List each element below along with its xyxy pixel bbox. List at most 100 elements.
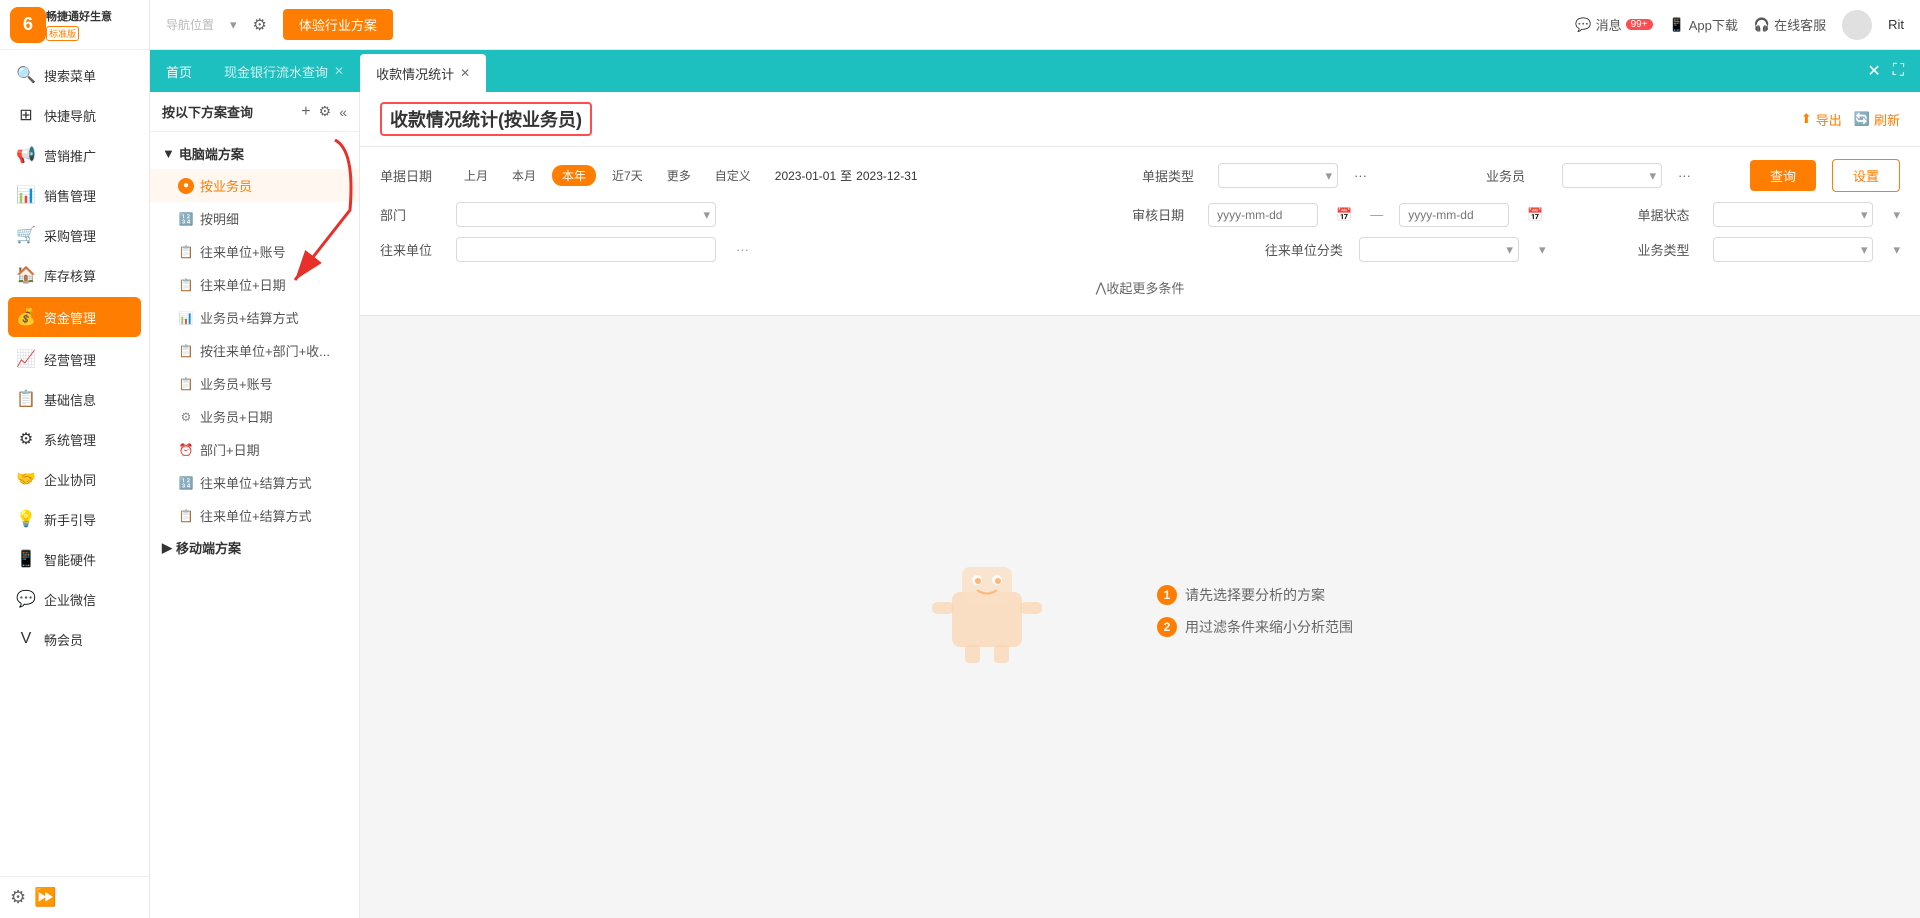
doc-status-select[interactable] (1713, 202, 1873, 227)
tab-minimize-icon[interactable]: ✕ (1867, 61, 1880, 81)
salesperson-account-icon: 📋 (178, 376, 194, 392)
base-icon: 📋 (16, 389, 36, 409)
audit-date-start[interactable] (1208, 203, 1318, 227)
date-btn-7days[interactable]: 近7天 (604, 165, 651, 186)
tab-close-collection[interactable]: ✕ (460, 66, 470, 80)
empty-tip-2: 2 用过滤条件来缩小分析范围 (1157, 617, 1353, 637)
panel-gear-icon[interactable]: ⚙ (319, 103, 332, 120)
dept-label: 部门 (380, 205, 440, 224)
sidebar-item-marketing[interactable]: 📢 营销推广 (0, 135, 149, 175)
audit-date-dash: — (1370, 207, 1383, 222)
filter-area: 单据日期 上月 本月 本年 近7天 更多 自定义 2023-01-01 至 20… (360, 147, 1920, 316)
topbar-dropdown-icon[interactable]: ▾ (230, 17, 237, 33)
tree-item-detail[interactable]: 🔢 按明细 (150, 202, 359, 235)
export-button[interactable]: ⬆ 导出 (1801, 110, 1842, 129)
customer-more-icon[interactable]: ··· (736, 242, 749, 257)
date-btn-this-month[interactable]: 本月 (504, 165, 544, 186)
tab-expand-icon[interactable]: ⛶ (1893, 62, 1904, 80)
customer-category-select-wrap (1359, 237, 1519, 262)
tree-item-salesperson-date[interactable]: ⚙ 业务员+日期 (150, 400, 359, 433)
audit-calendar-icon2[interactable]: 📅 (1527, 207, 1543, 223)
tree-item-unit-account[interactable]: 📋 往来单位+账号 (150, 235, 359, 268)
date-btn-this-year[interactable]: 本年 (552, 165, 596, 186)
tree-group-mobile-label[interactable]: ▶ 移动端方案 (150, 532, 359, 563)
sidebar-item-purchase[interactable]: 🛒 采购管理 (0, 215, 149, 255)
tree-item-unit-settle1[interactable]: 🔢 往来单位+结算方式 (150, 466, 359, 499)
type-more-icon[interactable]: ··· (1354, 168, 1374, 183)
tree-item-dept-date[interactable]: ⏰ 部门+日期 (150, 433, 359, 466)
unit-settle1-icon: 🔢 (178, 475, 194, 491)
tree-section: ▼ 电脑端方案 ● 按业务员 🔢 按明细 📋 往来单位+账号 (150, 132, 359, 918)
query-button[interactable]: 查询 (1750, 160, 1816, 191)
collapse-more-button[interactable]: ⋀ 收起更多条件 (380, 272, 1900, 303)
tab-home[interactable]: 首页 (150, 50, 208, 92)
panel-add-icon[interactable]: + (301, 103, 310, 121)
date-btn-custom[interactable]: 自定义 (707, 165, 759, 186)
sidebar-item-system[interactable]: ⚙ 系统管理 (0, 419, 149, 459)
sidebar-item-base[interactable]: 📋 基础信息 (0, 379, 149, 419)
empty-tips: 1 请先选择要分析的方案 2 用过滤条件来缩小分析范围 (1157, 585, 1353, 649)
sidebar-item-member[interactable]: V 畅会员 (0, 619, 149, 659)
topbar-gear-icon[interactable]: ⚙ (253, 15, 267, 35)
wechat-icon: 💬 (16, 589, 36, 609)
user-name[interactable]: Rit (1888, 17, 1904, 32)
date-label: 单据日期 (380, 166, 440, 185)
refresh-button[interactable]: 🔄 刷新 (1854, 110, 1900, 129)
customer-category-select[interactable] (1359, 237, 1519, 262)
user-avatar[interactable] (1842, 10, 1872, 40)
sidebar-item-guide[interactable]: 💡 新手引导 (0, 499, 149, 539)
tree-item-unit-settle2[interactable]: 📋 往来单位+结算方式 (150, 499, 359, 532)
app-download-button[interactable]: 📱 App下载 (1669, 15, 1738, 34)
type-select[interactable] (1218, 163, 1338, 188)
salesperson-select[interactable] (1562, 163, 1662, 188)
trial-button[interactable]: 体验行业方案 (283, 9, 393, 40)
filter-row-3: 往来单位 ··· 往来单位分类 ▾ 业务类型 (380, 237, 1900, 262)
date-group: 上月 本月 本年 近7天 更多 自定义 (456, 165, 759, 186)
tab-bank[interactable]: 现金银行流水查询 ✕ (208, 50, 360, 92)
date-btn-more[interactable]: 更多 (659, 165, 699, 186)
page-header-actions: ⬆ 导出 🔄 刷新 (1801, 110, 1900, 129)
page-content: 收款情况统计(按业务员) ⬆ 导出 🔄 刷新 单据日期 (360, 92, 1920, 918)
tip-num-1: 1 (1157, 585, 1177, 605)
sidebar-item-operation[interactable]: 📈 经营管理 (0, 339, 149, 379)
sidebar-item-hardware[interactable]: 📱 智能硬件 (0, 539, 149, 579)
set-button[interactable]: 设置 (1832, 159, 1900, 192)
sidebar-item-enterprise[interactable]: 🤝 企业协同 (0, 459, 149, 499)
quicknav-icon: ⊞ (16, 105, 36, 125)
tree-group-desktop-label[interactable]: ▼ 电脑端方案 (150, 138, 359, 169)
audit-calendar-icon1[interactable]: 📅 (1336, 207, 1352, 223)
salesperson-more-icon[interactable]: ··· (1678, 168, 1698, 183)
sidebar-item-inventory[interactable]: 🏠 库存核算 (0, 255, 149, 295)
topbar: 导航位置 ▾ ⚙ 体验行业方案 💬 消息 99+ 📱 App下载 🎧 在线客服 … (150, 0, 1920, 50)
sidebar-item-finance[interactable]: 💰 资金管理 (8, 297, 141, 337)
panel-header: 按以下方案查询 + ⚙ « (150, 92, 359, 132)
settings-gear-icon[interactable]: ⚙ (10, 887, 26, 908)
sidebar-item-search[interactable]: 🔍 搜索菜单 (0, 55, 149, 95)
collapse-sidebar-icon[interactable]: ⏩ (34, 887, 56, 908)
panel-collapse-icon[interactable]: « (339, 104, 347, 120)
logo-icon: 6 (10, 7, 46, 43)
date-btn-last-month[interactable]: 上月 (456, 165, 496, 186)
sidebar-item-wechat[interactable]: 💬 企业微信 (0, 579, 149, 619)
sidebar-item-sales[interactable]: 📊 销售管理 (0, 175, 149, 215)
tree-group-desktop: ▼ 电脑端方案 ● 按业务员 🔢 按明细 📋 往来单位+账号 (150, 138, 359, 532)
biz-type-select[interactable] (1713, 237, 1873, 262)
biz-type-select-wrap (1713, 237, 1873, 262)
online-service-button[interactable]: 🎧 在线客服 (1754, 15, 1826, 34)
tree-item-salesperson[interactable]: ● 按业务员 (150, 169, 359, 202)
tree-item-salesperson-settle[interactable]: 📊 业务员+结算方式 (150, 301, 359, 334)
tree-item-unit-dept[interactable]: 📋 按往来单位+部门+收... (150, 334, 359, 367)
message-icon: 💬 (1575, 17, 1591, 33)
message-button[interactable]: 💬 消息 99+ (1575, 15, 1652, 34)
date-start: 2023-01-01 (775, 169, 836, 183)
finance-icon: 💰 (16, 307, 36, 327)
dept-select[interactable] (456, 202, 716, 227)
sidebar-item-quicknav[interactable]: ⊞ 快捷导航 (0, 95, 149, 135)
tree-item-salesperson-account[interactable]: 📋 业务员+账号 (150, 367, 359, 400)
audit-date-end[interactable] (1399, 203, 1509, 227)
audit-label: 审核日期 (1132, 205, 1192, 224)
tab-close-bank[interactable]: ✕ (334, 64, 344, 78)
tree-item-unit-date[interactable]: 📋 往来单位+日期 (150, 268, 359, 301)
tab-collection[interactable]: 收款情况统计 ✕ (360, 54, 486, 92)
customer-input[interactable] (456, 237, 716, 262)
